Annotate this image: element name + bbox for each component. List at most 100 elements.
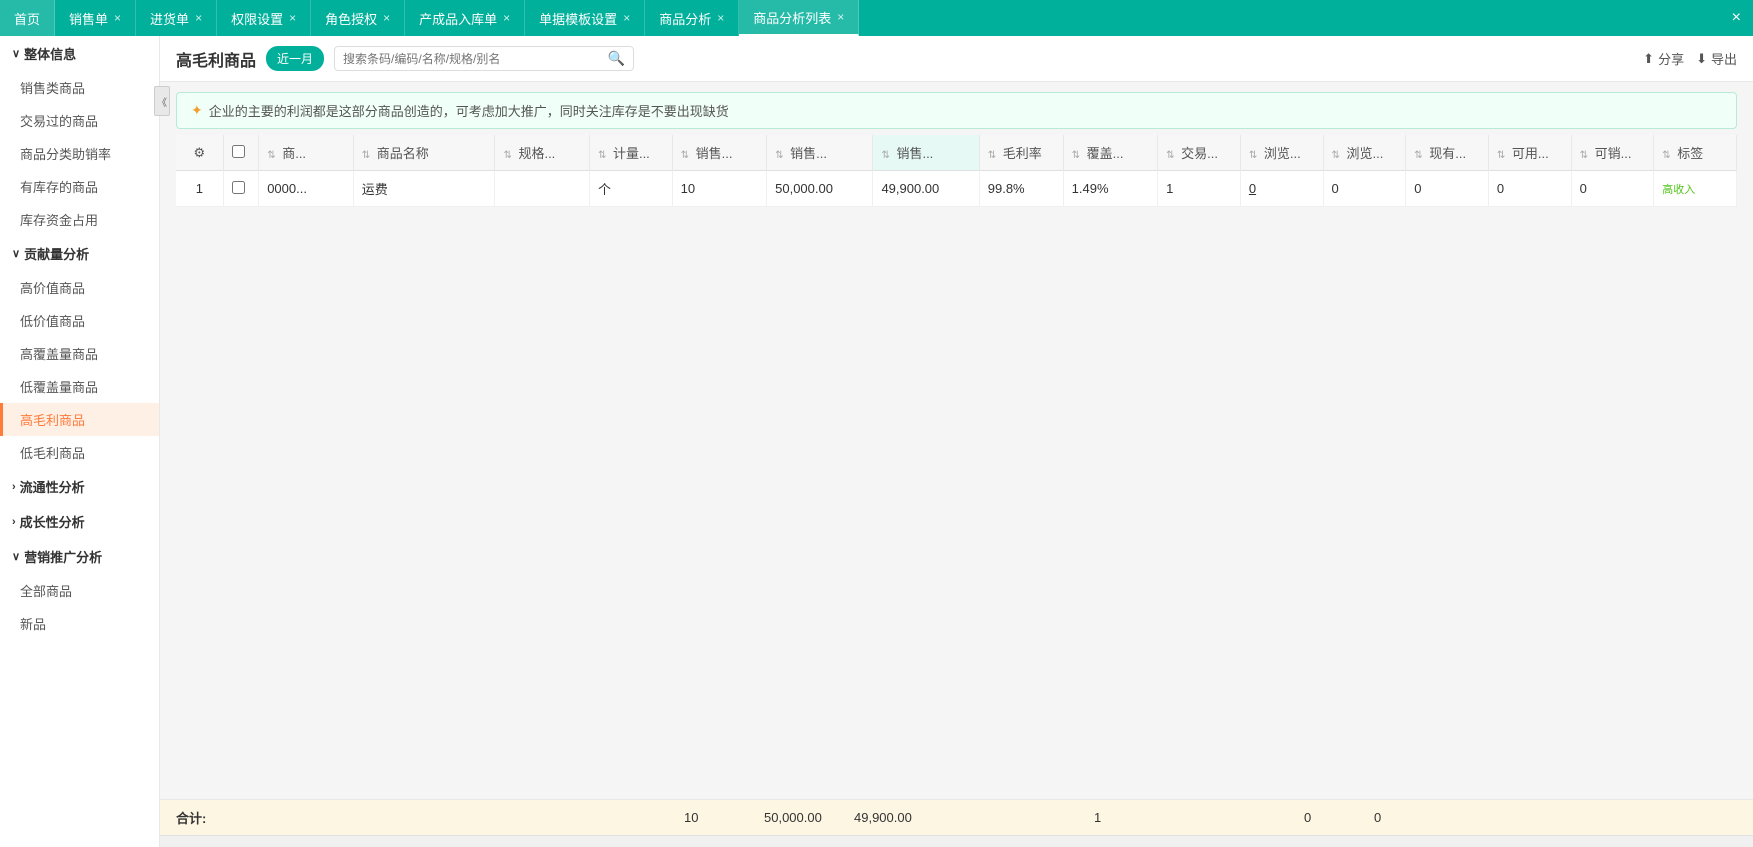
footer-empty-coverage bbox=[1006, 810, 1086, 825]
close-sales-tab[interactable]: × bbox=[114, 11, 121, 25]
sidebar-group-overall[interactable]: ∨ 整体信息 bbox=[0, 36, 159, 71]
page-title: 高毛利商品 bbox=[176, 47, 256, 71]
tab-product-analysis-list[interactable]: 商品分析列表 × bbox=[739, 0, 859, 36]
tab-product-analysis[interactable]: 商品分析 × bbox=[645, 0, 739, 36]
footer-cell-empty5 bbox=[526, 810, 606, 825]
col-checkbox bbox=[223, 135, 258, 171]
col-name[interactable]: 商品名称 bbox=[353, 135, 495, 171]
col-browse2[interactable]: 浏览... bbox=[1323, 135, 1406, 171]
col-sales2[interactable]: 销售... bbox=[767, 135, 873, 171]
bottom-scrollbar[interactable] bbox=[160, 835, 1753, 847]
cell-name: 运费 bbox=[353, 171, 495, 207]
col-saleable[interactable]: 可销... bbox=[1571, 135, 1654, 171]
sidebar-item-stocked-goods[interactable]: 有库存的商品 bbox=[0, 170, 159, 203]
cell-browse1[interactable]: 0 bbox=[1240, 171, 1323, 207]
chevron-down-icon: ∨ bbox=[12, 47, 20, 60]
close-analysis-tab[interactable]: × bbox=[717, 11, 724, 25]
col-unit[interactable]: 计量... bbox=[589, 135, 672, 171]
tab-product-entry[interactable]: 产成品入库单 × bbox=[405, 0, 525, 36]
cell-browse2: 0 bbox=[1323, 171, 1406, 207]
col-browse1[interactable]: 浏览... bbox=[1240, 135, 1323, 171]
settings-icon[interactable]: ⚙ bbox=[194, 145, 206, 160]
close-role-tab[interactable]: × bbox=[383, 11, 390, 25]
close-analysis-list-tab[interactable]: × bbox=[837, 10, 844, 24]
col-code[interactable]: 商... bbox=[259, 135, 354, 171]
col-sales3[interactable]: 销售... bbox=[873, 135, 979, 171]
sidebar-collapse-button[interactable]: 《 bbox=[154, 86, 170, 116]
export-button[interactable]: ⬇ 导出 bbox=[1696, 49, 1737, 68]
cell-spec bbox=[495, 171, 590, 207]
search-icon[interactable]: 🔍 bbox=[608, 50, 625, 67]
cell-available: 0 bbox=[1488, 171, 1571, 207]
sidebar-item-low-value[interactable]: 低价值商品 bbox=[0, 304, 159, 337]
cell-gross-rate: 99.8% bbox=[979, 171, 1063, 207]
close-permission-tab[interactable]: × bbox=[289, 11, 296, 25]
content-area: 高毛利商品 近一月 🔍 ⬆ 分享 ⬇ 导出 bbox=[160, 36, 1753, 847]
sidebar-item-new-goods[interactable]: 新品 bbox=[0, 607, 159, 640]
cell-sales2: 50,000.00 bbox=[767, 171, 873, 207]
close-template-tab[interactable]: × bbox=[623, 11, 630, 25]
search-box: 🔍 bbox=[334, 46, 634, 71]
select-all-checkbox[interactable] bbox=[232, 145, 245, 158]
sidebar-group-marketing[interactable]: ∨ 营销推广分析 bbox=[0, 539, 159, 574]
sidebar-item-high-value[interactable]: 高价值商品 bbox=[0, 271, 159, 304]
cell-checkbox[interactable] bbox=[223, 171, 258, 207]
footer-total: 合计: 10 50,000.00 49,900.00 1 0 bbox=[160, 799, 1753, 835]
col-current[interactable]: 现有... bbox=[1406, 135, 1489, 171]
tab-homepage[interactable]: 首页 bbox=[0, 0, 55, 36]
tab-template[interactable]: 单据模板设置 × bbox=[525, 0, 645, 36]
col-transaction[interactable]: 交易... bbox=[1158, 135, 1241, 171]
footer-empty-browse1 bbox=[1156, 810, 1226, 825]
search-input[interactable] bbox=[343, 52, 608, 66]
sidebar: ∨ 整体信息 销售类商品 交易过的商品 商品分类助销率 有库存的商品 库存资金占… bbox=[0, 36, 160, 847]
cell-transaction: 1 bbox=[1158, 171, 1241, 207]
cell-code: 0000... bbox=[259, 171, 354, 207]
col-available[interactable]: 可用... bbox=[1488, 135, 1571, 171]
tab-role[interactable]: 角色授权 × bbox=[311, 0, 405, 36]
sidebar-group-growth[interactable]: › 成长性分析 bbox=[0, 504, 159, 539]
filter-recent-month[interactable]: 近一月 bbox=[266, 46, 324, 71]
sidebar-group-liquidity[interactable]: › 流通性分析 bbox=[0, 469, 159, 504]
cell-index: 1 bbox=[176, 171, 223, 207]
col-coverage[interactable]: 覆盖... bbox=[1063, 135, 1158, 171]
close-product-entry-tab[interactable]: × bbox=[503, 11, 510, 25]
footer-sales1: 10 bbox=[676, 810, 756, 825]
sidebar-item-category-rate[interactable]: 商品分类助销率 bbox=[0, 137, 159, 170]
sidebar-item-high-margin[interactable]: 高毛利商品 bbox=[0, 403, 159, 436]
close-purchase-tab[interactable]: × bbox=[195, 11, 202, 25]
sidebar-item-sales-goods[interactable]: 销售类商品 bbox=[0, 71, 159, 104]
sidebar-item-all-goods[interactable]: 全部商品 bbox=[0, 574, 159, 607]
data-table: ⚙ 商... 商品名称 规格. bbox=[176, 135, 1737, 207]
col-spec[interactable]: 规格... bbox=[495, 135, 590, 171]
col-gross-rate[interactable]: 毛利率 bbox=[979, 135, 1063, 171]
sidebar-group-contribution[interactable]: ∨ 贡献量分析 bbox=[0, 236, 159, 271]
chevron-down-icon-2: ∨ bbox=[12, 247, 20, 260]
tab-purchase[interactable]: 进货单 × bbox=[136, 0, 217, 36]
chevron-right-icon: › bbox=[12, 481, 16, 493]
col-index: ⚙ bbox=[176, 135, 223, 171]
share-button[interactable]: ⬆ 分享 bbox=[1643, 49, 1684, 68]
footer-empty-browse2 bbox=[1226, 810, 1296, 825]
cell-saleable: 0 bbox=[1571, 171, 1654, 207]
tab-permission[interactable]: 权限设置 × bbox=[217, 0, 311, 36]
footer-sales2: 50,000.00 bbox=[756, 810, 846, 825]
sidebar-item-low-coverage[interactable]: 低覆盖量商品 bbox=[0, 370, 159, 403]
sidebar-item-stock-capital[interactable]: 库存资金占用 bbox=[0, 203, 159, 236]
table-row: 1 0000... 运费 bbox=[176, 171, 1737, 207]
footer-cell-empty1 bbox=[256, 810, 296, 825]
sidebar-item-high-coverage[interactable]: 高覆盖量商品 bbox=[0, 337, 159, 370]
cell-coverage: 1.49% bbox=[1063, 171, 1158, 207]
tab-sales[interactable]: 销售单 × bbox=[55, 0, 136, 36]
cell-sales3: 49,900.00 bbox=[873, 171, 979, 207]
sidebar-item-low-margin[interactable]: 低毛利商品 bbox=[0, 436, 159, 469]
cell-tag: 高收入 bbox=[1654, 171, 1737, 207]
info-icon: ✦ bbox=[191, 102, 203, 119]
col-sales1[interactable]: 销售... bbox=[672, 135, 767, 171]
footer-transaction: 1 bbox=[1086, 810, 1156, 825]
col-tag[interactable]: 标签 bbox=[1654, 135, 1737, 171]
footer-cells: 10 50,000.00 49,900.00 1 0 0 bbox=[256, 810, 1737, 825]
close-all-tabs[interactable]: × bbox=[1720, 9, 1753, 27]
row-checkbox[interactable] bbox=[232, 181, 245, 194]
sidebar-item-traded-goods[interactable]: 交易过的商品 bbox=[0, 104, 159, 137]
footer-available: 0 bbox=[1366, 810, 1436, 825]
